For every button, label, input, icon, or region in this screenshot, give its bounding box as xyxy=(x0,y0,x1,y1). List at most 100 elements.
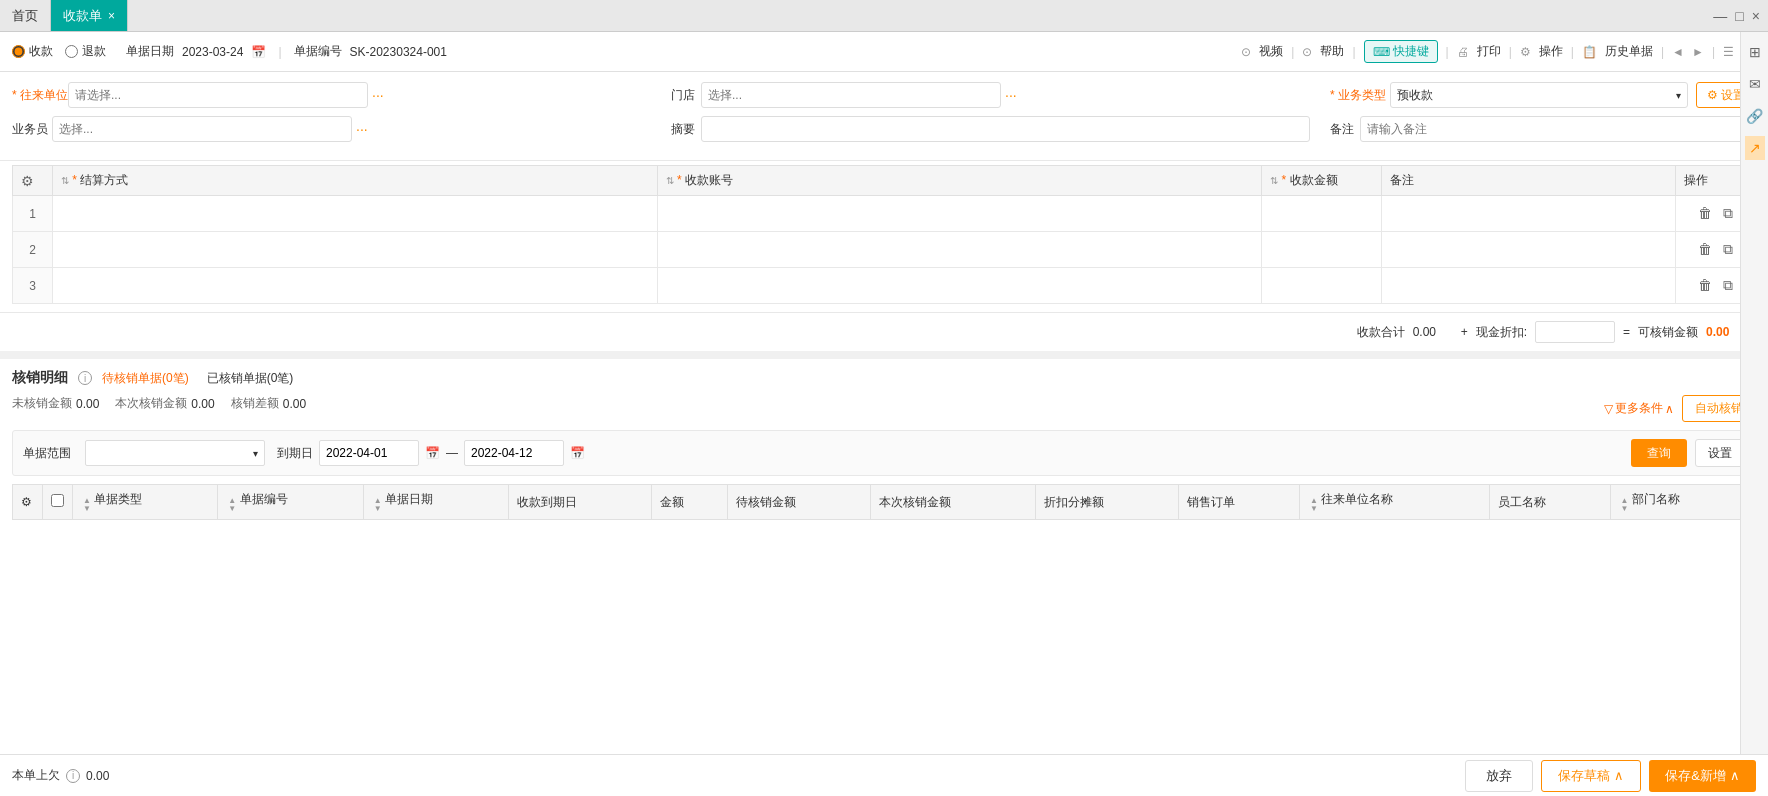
tab-home[interactable]: 首页 xyxy=(0,0,51,31)
staff-ellipsis[interactable]: ··· xyxy=(352,121,372,137)
save-new-button[interactable]: 保存&新增 ∧ xyxy=(1649,760,1756,792)
save-draft-label: 保存草稿 xyxy=(1558,767,1610,785)
table-settings-icon[interactable]: ⚙ xyxy=(21,173,34,189)
shop-input[interactable] xyxy=(701,82,1001,108)
settings-btn-col[interactable]: ⚙ xyxy=(13,485,43,520)
print-link[interactable]: 打印 xyxy=(1477,43,1501,60)
tab-bar: 首页 收款单 × — □ × xyxy=(0,0,1768,32)
minimize-icon[interactable]: — xyxy=(1713,8,1727,24)
account-cell-1[interactable] xyxy=(657,196,1262,232)
delete-row-3-button[interactable]: 🗑 xyxy=(1694,275,1716,295)
settlement-cell-3[interactable] xyxy=(53,268,658,304)
remarks-cell-1[interactable] xyxy=(1382,196,1676,232)
date-range-select[interactable]: ▾ xyxy=(85,440,265,466)
history-icon: 📋 xyxy=(1582,45,1597,59)
date-start-input[interactable] xyxy=(319,440,419,466)
amount-col-header: ⇅ * 收款金额 xyxy=(1262,166,1382,196)
remarks-field: 备注 xyxy=(1330,116,1756,142)
receipt-radio[interactable]: 收款 xyxy=(12,43,53,60)
sidebar-mail-icon[interactable]: ✉ xyxy=(1745,72,1765,96)
row-num-2: 2 xyxy=(13,232,53,268)
refund-radio[interactable]: 退款 xyxy=(65,43,106,60)
settings-col-header[interactable]: ⚙ xyxy=(13,166,53,196)
copy-row-1-button[interactable]: ⧉ xyxy=(1719,203,1737,224)
save-draft-button[interactable]: 保存草稿 ∧ xyxy=(1541,760,1641,792)
nav-next-icon[interactable]: ► xyxy=(1692,45,1704,59)
writeoff-info-icon[interactable]: i xyxy=(78,371,92,385)
settlement-cell-2[interactable] xyxy=(53,232,658,268)
refund-radio-input[interactable] xyxy=(65,45,78,58)
sidebar-link-icon[interactable]: 🔗 xyxy=(1742,104,1767,128)
settlement-col-header: ⇅ * 结算方式 xyxy=(53,166,658,196)
chevron-down-icon: ▾ xyxy=(1676,90,1681,101)
delete-row-1-button[interactable]: 🗑 xyxy=(1694,203,1716,223)
gear-icon: ⚙ xyxy=(1707,88,1718,102)
date-end-input[interactable] xyxy=(464,440,564,466)
calendar-start-icon[interactable]: 📅 xyxy=(425,446,440,460)
pending-amount-col: 待核销金额 xyxy=(728,485,871,520)
main-content: 收款 退款 单据日期 2023-03-24 📅 | 单据编号 SK-202303… xyxy=(0,32,1768,796)
calendar-icon[interactable]: 📅 xyxy=(251,45,266,59)
video-link[interactable]: 视频 xyxy=(1259,43,1283,60)
receipt-radio-input[interactable] xyxy=(12,45,25,58)
sidebar-table-icon[interactable]: ⊞ xyxy=(1745,40,1765,64)
summary-input[interactable] xyxy=(701,116,1310,142)
amount-cell-1[interactable] xyxy=(1262,196,1382,232)
doc-meta: 单据日期 2023-03-24 📅 | 单据编号 SK-20230324-001 xyxy=(126,43,447,60)
nav-prev-icon[interactable]: ◄ xyxy=(1672,45,1684,59)
date-separator: — xyxy=(446,446,458,460)
business-type-field: * 业务类型 预收款 ▾ ⚙ 设置 xyxy=(1330,82,1756,108)
discount-input[interactable] xyxy=(1535,321,1615,343)
counterpart-input[interactable] xyxy=(68,82,368,108)
done-tab-link[interactable]: 已核销单据(0笔) xyxy=(207,370,294,387)
amount-col: 金额 xyxy=(651,485,727,520)
business-type-select[interactable]: 预收款 ▾ xyxy=(1390,82,1688,108)
sort-icon: ⇅ xyxy=(666,175,674,186)
delete-row-2-button[interactable]: 🗑 xyxy=(1694,239,1716,259)
shop-ellipsis[interactable]: ··· xyxy=(1001,87,1021,103)
amount-cell-3[interactable] xyxy=(1262,268,1382,304)
history-link[interactable]: 历史单据 xyxy=(1605,43,1653,60)
circle-icon: ⊙ xyxy=(1241,45,1251,59)
remarks-cell-3[interactable] xyxy=(1382,268,1676,304)
chevron-up-icon: ∧ xyxy=(1614,768,1624,783)
remarks-cell-2[interactable] xyxy=(1382,232,1676,268)
pending-tab-link[interactable]: 待核销单据(0笔) xyxy=(102,370,189,387)
prev-info-icon[interactable]: i xyxy=(66,769,80,783)
operation-label: 操作 xyxy=(1539,43,1563,60)
discard-button[interactable]: 放弃 xyxy=(1465,760,1533,792)
account-cell-2[interactable] xyxy=(657,232,1262,268)
list-icon[interactable]: ☰ xyxy=(1723,45,1734,59)
copy-row-2-button[interactable]: ⧉ xyxy=(1719,239,1737,260)
counterpart-ellipsis[interactable]: ··· xyxy=(368,87,388,103)
chevron-down-icon: ▾ xyxy=(253,448,258,459)
amount-cell-2[interactable] xyxy=(1262,232,1382,268)
staff-input[interactable] xyxy=(52,116,352,142)
tab-receipt[interactable]: 收款单 × xyxy=(51,0,128,31)
form-row-1: * 往来单位 ··· 门店 ··· * 业务类型 预收款 ▾ xyxy=(12,82,1756,108)
more-conditions-link[interactable]: ▽ 更多条件 ∧ xyxy=(1604,400,1674,417)
settlement-cell-1[interactable] xyxy=(53,196,658,232)
maximize-icon[interactable]: □ xyxy=(1735,8,1743,24)
total-value: 0.00 xyxy=(1413,325,1453,339)
close-icon[interactable]: × xyxy=(1752,8,1760,24)
set-button[interactable]: 设置 xyxy=(1695,439,1745,467)
select-all-checkbox[interactable] xyxy=(51,494,64,507)
business-type-value: 预收款 xyxy=(1397,87,1433,104)
due-date-col: 收款到期日 xyxy=(508,485,651,520)
help-link[interactable]: 帮助 xyxy=(1320,43,1344,60)
remarks-input[interactable] xyxy=(1360,116,1756,142)
shortcut-button[interactable]: ⌨ 快捷键 xyxy=(1364,40,1438,63)
operation-link[interactable]: 操作 xyxy=(1539,43,1563,60)
chevron-up-icon: ∧ xyxy=(1730,768,1740,783)
tab-close-icon[interactable]: × xyxy=(108,9,115,23)
copy-row-3-button[interactable]: ⧉ xyxy=(1719,275,1737,296)
account-cell-3[interactable] xyxy=(657,268,1262,304)
query-button[interactable]: 查询 xyxy=(1631,439,1687,467)
operation-icon: ⚙ xyxy=(1520,45,1531,59)
chevron-up-icon: ∧ xyxy=(1665,402,1674,416)
calendar-end-icon[interactable]: 📅 xyxy=(570,446,585,460)
staff-field: 业务员 ··· xyxy=(12,116,651,142)
table-gear-icon[interactable]: ⚙ xyxy=(21,495,32,509)
sidebar-expand-icon[interactable]: ↗ xyxy=(1745,136,1765,160)
